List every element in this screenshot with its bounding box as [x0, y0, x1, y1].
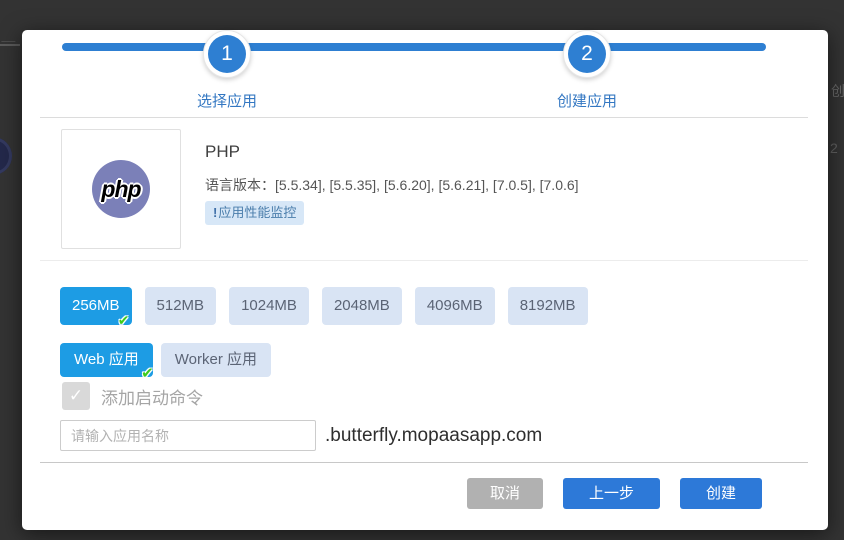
alert-icon: ! [213, 205, 218, 220]
performance-monitor-badge: !应用性能监控 [205, 201, 305, 225]
chip-label: 512MB [156, 297, 205, 314]
chip-label: 4096MB [426, 297, 483, 314]
checkbox-check-icon: ✓ [68, 386, 84, 405]
wizard-stepper: 1 选择应用 2 创建应用 [22, 30, 828, 117]
chip-label: 256MB [72, 297, 120, 314]
app-title: PHP [205, 142, 240, 161]
stepper-step-select-app[interactable]: 1 选择应用 [197, 30, 257, 111]
memory-option-8192mb[interactable]: 8192MB [507, 287, 588, 325]
memory-option-1024mb[interactable]: 1024MB [229, 287, 309, 325]
background-underline-remnant [0, 44, 20, 46]
startup-command-row: ✓ 添加启动命令 [62, 382, 203, 410]
chip-label: 2048MB [333, 297, 390, 314]
create-app-modal: 1 选择应用 2 创建应用 php PHP 语言版本：[5.5.34], [5.… [22, 30, 828, 530]
app-type-web[interactable]: Web 应用 ✔ [60, 343, 154, 381]
step-label: 选择应用 [196, 93, 258, 110]
php-logo-icon: php [92, 160, 150, 218]
app-language-versions: 语言版本：[5.5.34], [5.5.35], [5.6.20], [5.6.… [205, 175, 579, 195]
step-number-badge: 2 [567, 35, 606, 73]
step-label: 创建应用 [556, 93, 618, 110]
php-logo-text: php [101, 175, 141, 202]
background-avatar-remnant [0, 137, 12, 175]
memory-size-options: 256MB ✔ 512MB 1024MB 2048MB 4096MB 8192M… [60, 287, 588, 328]
selected-check-icon: ✔ [117, 312, 130, 328]
step-circle-ring: 1 [202, 30, 251, 78]
versions-label: 语言版本： [205, 177, 275, 193]
divider [40, 260, 808, 261]
previous-step-button[interactable]: 上一步 [562, 478, 660, 509]
startup-command-label: 添加启动命令 [101, 388, 203, 408]
background-text-remnant [1, 32, 19, 42]
step-circle-ring: 2 [562, 30, 611, 78]
background-text-remnant: 2 [830, 140, 838, 156]
chip-label: 8192MB [519, 297, 576, 314]
app-name-input[interactable] [60, 420, 316, 451]
chip-label: 1024MB [241, 297, 297, 314]
divider [40, 462, 808, 463]
app-type-options: Web 应用 ✔ Worker 应用 [60, 343, 271, 381]
memory-option-4096mb[interactable]: 4096MB [414, 287, 495, 325]
badge-label: 应用性能监控 [218, 205, 297, 220]
app-logo-card: php [61, 129, 181, 249]
step-number-badge: 1 [207, 35, 246, 73]
app-name-row: .butterfly.mopaasapp.com [60, 420, 542, 451]
divider [40, 117, 808, 118]
create-button[interactable]: 创建 [679, 478, 762, 509]
domain-suffix: .butterfly.mopaasapp.com [325, 424, 543, 446]
app-type-worker[interactable]: Worker 应用 [160, 343, 271, 377]
chip-label: Web 应用 [74, 351, 139, 368]
startup-command-checkbox[interactable]: ✓ [62, 382, 90, 410]
cancel-button[interactable]: 取消 [466, 478, 543, 509]
memory-option-256mb[interactable]: 256MB ✔ [60, 287, 132, 328]
chip-label: Worker 应用 [174, 351, 257, 368]
modal-footer: 取消 上一步 创建 [466, 478, 762, 509]
selected-check-icon: ✔ [141, 365, 154, 382]
stepper-progress-track [62, 43, 766, 51]
memory-option-512mb[interactable]: 512MB [144, 287, 217, 325]
memory-option-2048mb[interactable]: 2048MB [321, 287, 402, 325]
versions-value: [5.5.34], [5.5.35], [5.6.20], [5.6.21], … [275, 177, 579, 193]
stepper-step-create-app[interactable]: 2 创建应用 [557, 30, 617, 111]
background-text-remnant: 创 [831, 83, 844, 99]
